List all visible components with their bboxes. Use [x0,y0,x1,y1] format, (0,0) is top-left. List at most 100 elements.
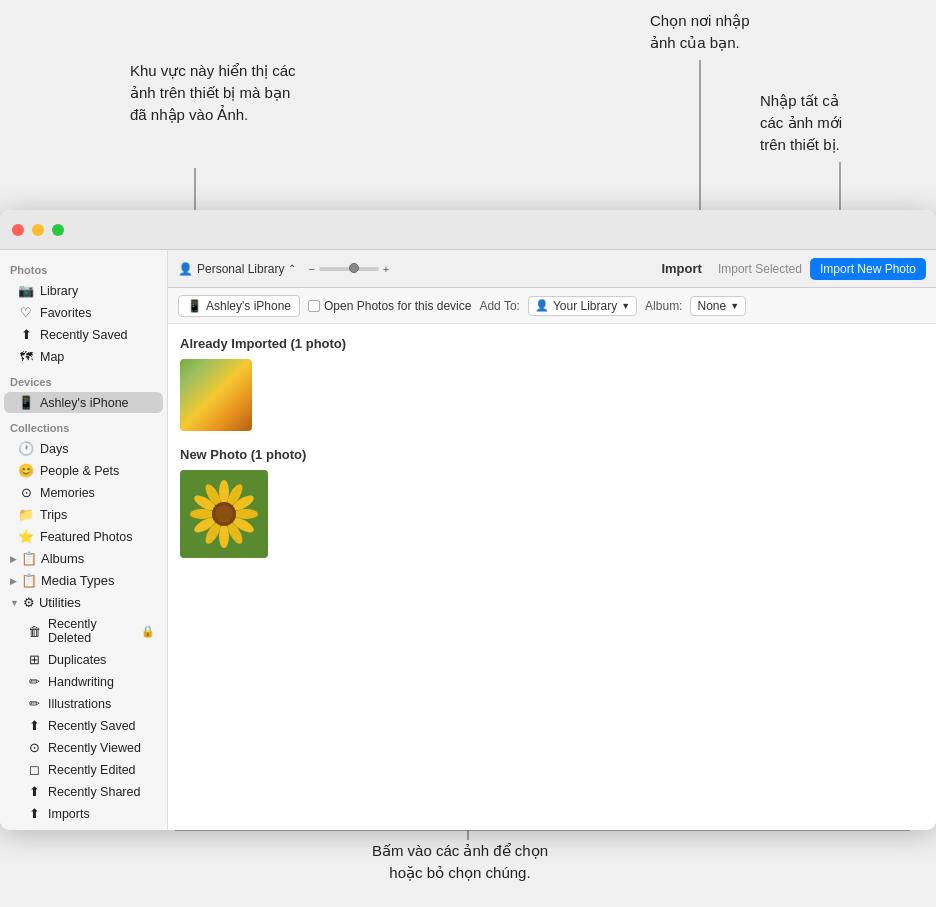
sidebar-duplicates-label: Duplicates [48,653,106,667]
sidebar-item-favorites[interactable]: ♡ Favorites [4,302,163,323]
sidebar-item-trips[interactable]: 📁 Trips [4,504,163,525]
sidebar-item-people-pets[interactable]: 😊 People & Pets [4,460,163,481]
sidebar-media-types-toggle[interactable]: ▶ 📋 Media Types [4,570,163,591]
sidebar-memories-label: Memories [40,486,95,500]
map-icon: 🗺 [18,349,34,364]
close-button[interactable] [12,224,24,236]
iphone-small-icon: 📱 [187,299,202,313]
sidebar-item-imports[interactable]: ⬆ Imports [4,803,163,824]
main-content: 👤 Personal Library ⌃ − + Import Import S… [168,250,936,830]
sidebar-item-map[interactable]: 🗺 Map [4,346,163,367]
svg-point-15 [219,524,229,548]
sidebar-albums-toggle[interactable]: ▶ 📋 Albums [4,548,163,569]
sidebar-item-recently-shared[interactable]: ⬆ Recently Shared [4,781,163,802]
sidebar-days-label: Days [40,442,68,456]
add-to-select[interactable]: 👤 Your Library ▼ [528,296,637,316]
sidebar-item-handwriting[interactable]: ✏ Handwriting [4,671,163,692]
sidebar-item-device[interactable]: 📱 Ashley's iPhone [4,392,163,413]
import-selected-button[interactable]: Import Selected [718,258,802,280]
sidebar-item-illustrations[interactable]: ✏ Illustrations [4,693,163,714]
sidebar-recently-shared-label: Recently Shared [48,785,140,799]
import-toolbar: 👤 Personal Library ⌃ − + Import Import S… [168,250,936,288]
open-photos-control[interactable]: Open Photos for this device [308,299,471,313]
media-types-icon: 📋 [21,573,37,588]
main-window: Photos 📷 Library ♡ Favorites ⬆ Recently … [0,210,936,830]
import-title: Import [661,261,701,276]
recently-deleted-icon: 🗑 [26,624,42,639]
sidebar-recently-deleted-label: Recently Deleted [48,617,135,645]
sidebar-item-duplicates[interactable]: ⊞ Duplicates [4,649,163,670]
featured-icon: ⭐ [18,529,34,544]
titlebar [0,210,936,250]
new-photo-title: New Photo (1 photo) [180,447,924,462]
device-tab[interactable]: 📱 Ashley's iPhone [178,295,300,317]
utilities-icon: ⚙ [23,595,35,610]
svg-point-22 [215,505,233,523]
sidebar-illustrations-label: Illustrations [48,697,111,711]
library-selector[interactable]: 👤 Personal Library ⌃ [178,262,296,276]
sidebar-item-recently-viewed[interactable]: ⊙ Recently Viewed [4,737,163,758]
sidebar-item-memories[interactable]: ⊙ Memories [4,482,163,503]
open-photos-checkbox[interactable] [308,300,320,312]
sidebar-library-label: Library [40,284,78,298]
zoom-plus-label[interactable]: + [383,263,389,275]
devices-section-header: Devices [0,368,167,391]
device-tab-label: Ashley's iPhone [206,299,291,313]
window-body: Photos 📷 Library ♡ Favorites ⬆ Recently … [0,250,936,830]
handwriting-icon: ✏ [26,674,42,689]
sidebar-item-library[interactable]: 📷 Library [4,280,163,301]
zoom-slider[interactable] [319,267,379,271]
library-chevron-icon: ⌃ [288,263,296,274]
imports-icon: ⬆ [26,806,42,821]
albums-icon: 📋 [21,551,37,566]
sidebar-device-label: Ashley's iPhone [40,396,129,410]
trips-icon: 📁 [18,507,34,522]
photo-area: Already Imported (1 photo) New Photo (1 … [168,324,936,830]
sidebar-map-label: Map [40,350,64,364]
memories-icon: ⊙ [18,485,34,500]
sidebar-recently-edited-label: Recently Edited [48,763,136,777]
sidebar-albums-label: Albums [41,551,84,566]
device-toolbar: 📱 Ashley's iPhone Open Photos for this d… [168,288,936,324]
already-imported-title: Already Imported (1 photo) [180,336,924,351]
utilities-chevron-icon: ▼ [10,598,19,608]
bottom-callout: Bấm vào các ảnh để chọnhoặc bỏ chọn chún… [320,840,600,889]
sidebar-recently-viewed-label: Recently Viewed [48,741,141,755]
sidebar-item-featured[interactable]: ⭐ Featured Photos [4,526,163,547]
already-imported-grid [180,359,924,431]
recently-saved2-icon: ⬆ [26,718,42,733]
sidebar-projects-label: Projects [41,828,88,830]
duplicates-icon: ⊞ [26,652,42,667]
library-name: Personal Library [197,262,284,276]
person-library-icon: 👤 [535,299,549,312]
left-callout: Khu vực này hiển thị cácảnh trên thiết b… [130,60,370,125]
svg-point-12 [234,509,258,519]
library-select-chevron: ▼ [621,301,630,311]
sidebar-item-recently-edited[interactable]: ◻ Recently Edited [4,759,163,780]
library-icon: 📷 [18,283,34,298]
sidebar-item-days[interactable]: 🕐 Days [4,438,163,459]
import-buttons: Import Selected Import New Photo [718,258,926,280]
favorites-icon: ♡ [18,305,34,320]
album-label: Album: [645,299,682,313]
recently-saved-icon: ⬆ [18,327,34,342]
sidebar-favorites-label: Favorites [40,306,91,320]
new-photo-1[interactable] [180,470,268,558]
sidebar-handwriting-label: Handwriting [48,675,114,689]
illustrations-icon: ✏ [26,696,42,711]
sidebar-item-recently-saved2[interactable]: ⬆ Recently Saved [4,715,163,736]
people-pets-icon: 😊 [18,463,34,478]
sidebar-item-recently-deleted[interactable]: 🗑 Recently Deleted 🔒 [4,614,163,648]
maximize-button[interactable] [52,224,64,236]
sidebar-utilities-toggle[interactable]: ▼ ⚙ Utilities [4,592,163,613]
minimize-button[interactable] [32,224,44,236]
new-photo-grid [180,470,924,558]
sidebar-projects-toggle[interactable]: ▶ 📁 Projects [4,825,163,830]
sidebar: Photos 📷 Library ♡ Favorites ⬆ Recently … [0,250,168,830]
sidebar-item-recently-saved[interactable]: ⬆ Recently Saved [4,324,163,345]
album-select[interactable]: None ▼ [690,296,746,316]
import-new-button[interactable]: Import New Photo [810,258,926,280]
recently-shared-icon: ⬆ [26,784,42,799]
zoom-minus-label[interactable]: − [308,263,314,275]
already-imported-photo-1[interactable] [180,359,252,431]
